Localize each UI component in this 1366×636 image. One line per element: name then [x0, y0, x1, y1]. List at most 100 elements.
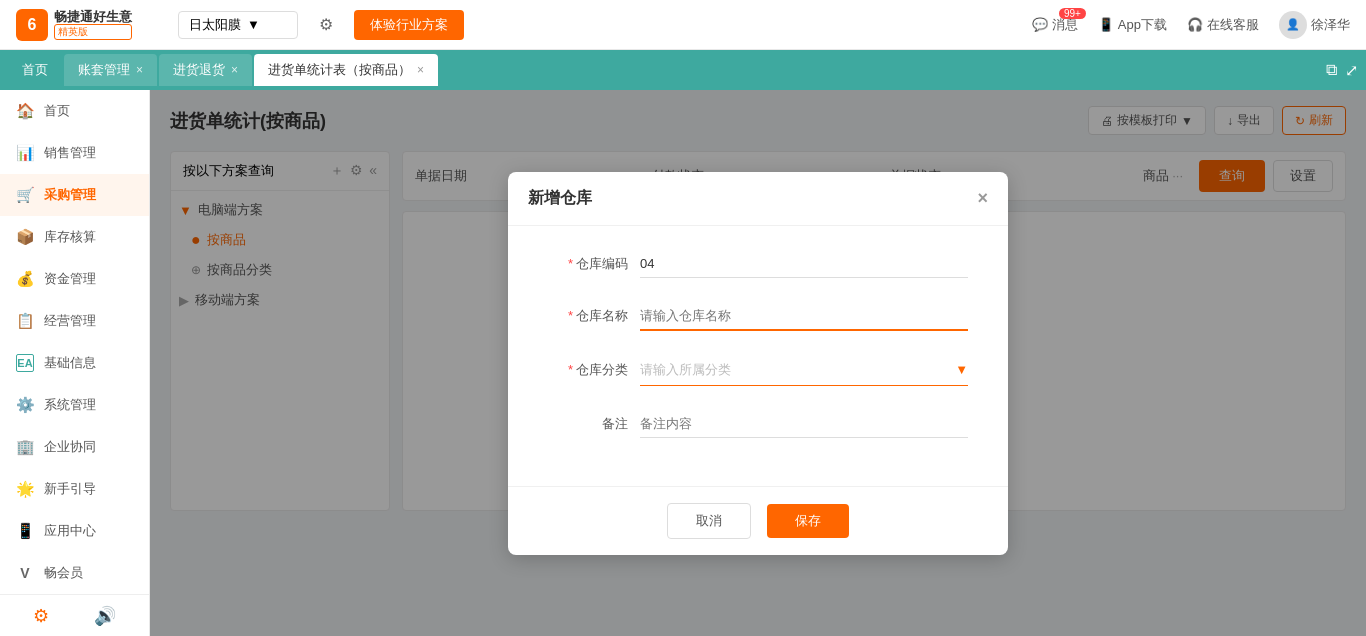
sidebar: 🏠 首页 📊 销售管理 🛒 采购管理 📦 库存核算 💰 资金管理 📋 经营管理 …: [0, 90, 150, 636]
sidebar-item-finance-label: 资金管理: [44, 270, 96, 288]
system-icon: ⚙️: [16, 396, 34, 414]
cancel-button[interactable]: 取消: [667, 503, 751, 539]
sidebar-item-guide-label: 新手引导: [44, 480, 96, 498]
category-label: 仓库分类: [548, 361, 628, 379]
tab-window-btn[interactable]: ⧉: [1326, 61, 1337, 80]
message-icon: 💬: [1032, 17, 1048, 32]
enterprise-icon: 🏢: [16, 438, 34, 456]
service-action[interactable]: 🎧 在线客服: [1187, 16, 1259, 34]
sidebar-item-basic-info-label: 基础信息: [44, 354, 96, 372]
tab-accounts[interactable]: 账套管理 ×: [64, 54, 157, 86]
mobile-icon: 📱: [1098, 17, 1114, 32]
tab-actions: ⧉ ⤢: [1326, 61, 1358, 80]
category-select[interactable]: 请输入所属分类 ▼: [640, 355, 968, 386]
sidebar-item-finance[interactable]: 💰 资金管理: [0, 258, 149, 300]
operation-icon: 📋: [16, 312, 34, 330]
form-row-note: 备注: [548, 410, 968, 438]
code-label: 仓库编码: [548, 255, 628, 273]
sidebar-item-basic-info[interactable]: EA 基础信息: [0, 342, 149, 384]
message-action[interactable]: 💬 消息 99+: [1032, 16, 1078, 34]
service-label: 在线客服: [1207, 16, 1259, 34]
sidebar-item-system-label: 系统管理: [44, 396, 96, 414]
form-row-code: 仓库编码: [548, 250, 968, 278]
tab-home[interactable]: 首页: [8, 54, 62, 86]
message-badge: 99+: [1059, 8, 1086, 19]
sidebar-bottom: ⚙ 🔊: [0, 594, 149, 636]
sidebar-item-member[interactable]: V 畅会员: [0, 552, 149, 594]
guide-icon: 🌟: [16, 480, 34, 498]
top-header: 6 畅捷通好生意 精英版 日太阳膜 ▼ ⚙ 体验行业方案 💬 消息 99+ 📱 …: [0, 0, 1366, 50]
category-placeholder: 请输入所属分类: [640, 361, 731, 379]
home-tab-label: 首页: [22, 61, 48, 79]
name-input[interactable]: [640, 302, 968, 331]
dialog-body: 仓库编码 仓库名称 仓库分类 请输入所属分类 ▼: [508, 226, 1008, 486]
sidebar-item-sales[interactable]: 📊 销售管理: [0, 132, 149, 174]
settings-icon[interactable]: ⚙: [310, 9, 342, 41]
sidebar-item-enterprise-label: 企业协同: [44, 438, 96, 456]
sidebar-item-operation[interactable]: 📋 经营管理: [0, 300, 149, 342]
user-name: 徐泽华: [1311, 16, 1350, 34]
logo-badge: 精英版: [54, 24, 132, 40]
apps-icon: 📱: [16, 522, 34, 540]
sidebar-item-home[interactable]: 🏠 首页: [0, 90, 149, 132]
dialog-close-icon[interactable]: ×: [977, 188, 988, 209]
sidebar-item-inventory[interactable]: 📦 库存核算: [0, 216, 149, 258]
dialog-title: 新增仓库: [528, 188, 592, 209]
sidebar-item-enterprise[interactable]: 🏢 企业协同: [0, 426, 149, 468]
store-name: 日太阳膜: [189, 16, 241, 34]
sidebar-item-purchase[interactable]: 🛒 采购管理: [0, 174, 149, 216]
finance-icon: 💰: [16, 270, 34, 288]
app-label: App下载: [1118, 16, 1167, 34]
content-area: 进货单统计(按商品) 🖨 按模板打印 ▼ ↓ 导出 ↻ 刷新: [150, 90, 1366, 636]
sidebar-item-purchase-label: 采购管理: [44, 186, 96, 204]
basic-info-icon: EA: [16, 354, 34, 372]
main-layout: 🏠 首页 📊 销售管理 🛒 采购管理 📦 库存核算 💰 资金管理 📋 经营管理 …: [0, 90, 1366, 636]
sales-icon: 📊: [16, 144, 34, 162]
code-input[interactable]: [640, 250, 968, 278]
close-icon[interactable]: ×: [417, 63, 424, 77]
tab-purchase-return-label: 进货退货: [173, 61, 225, 79]
tab-purchase-stats-label: 进货单统计表（按商品）: [268, 61, 411, 79]
save-button[interactable]: 保存: [767, 504, 849, 538]
tab-purchase-return[interactable]: 进货退货 ×: [159, 54, 252, 86]
sidebar-item-sales-label: 销售管理: [44, 144, 96, 162]
tab-accounts-label: 账套管理: [78, 61, 130, 79]
store-selector[interactable]: 日太阳膜 ▼: [178, 11, 298, 39]
sidebar-item-guide[interactable]: 🌟 新手引导: [0, 468, 149, 510]
tab-expand-btn[interactable]: ⤢: [1345, 61, 1358, 80]
new-warehouse-dialog: 新增仓库 × 仓库编码 仓库名称 仓库分类: [508, 172, 1008, 555]
headset-icon: 🎧: [1187, 17, 1203, 32]
form-row-name: 仓库名称: [548, 302, 968, 331]
tab-purchase-stats[interactable]: 进货单统计表（按商品） ×: [254, 54, 438, 86]
sidebar-item-member-label: 畅会员: [44, 564, 83, 582]
dialog-header: 新增仓库 ×: [508, 172, 1008, 226]
dialog-footer: 取消 保存: [508, 486, 1008, 555]
inventory-icon: 📦: [16, 228, 34, 246]
speaker-icon[interactable]: 🔊: [94, 605, 116, 627]
logo-area: 6 畅捷通好生意 精英版: [16, 9, 166, 41]
close-icon[interactable]: ×: [136, 63, 143, 77]
sidebar-item-apps[interactable]: 📱 应用中心: [0, 510, 149, 552]
tab-bar: 首页 账套管理 × 进货退货 × 进货单统计表（按商品） × ⧉ ⤢: [0, 50, 1366, 90]
close-icon[interactable]: ×: [231, 63, 238, 77]
logo-icon: 6: [16, 9, 48, 41]
form-row-category: 仓库分类 请输入所属分类 ▼: [548, 355, 968, 386]
logo-title: 畅捷通好生意: [54, 9, 132, 25]
home-icon: 🏠: [16, 102, 34, 120]
note-label: 备注: [548, 415, 628, 433]
trial-button[interactable]: 体验行业方案: [354, 10, 464, 40]
avatar: 👤: [1279, 11, 1307, 39]
sidebar-item-home-label: 首页: [44, 102, 70, 120]
header-right: 💬 消息 99+ 📱 App下载 🎧 在线客服 👤 徐泽华: [1032, 11, 1350, 39]
member-icon: V: [16, 564, 34, 582]
category-chevron-icon: ▼: [955, 362, 968, 377]
user-action[interactable]: 👤 徐泽华: [1279, 11, 1350, 39]
settings-bottom-icon[interactable]: ⚙: [33, 605, 49, 627]
sidebar-item-operation-label: 经营管理: [44, 312, 96, 330]
app-download-action[interactable]: 📱 App下载: [1098, 16, 1167, 34]
sidebar-item-inventory-label: 库存核算: [44, 228, 96, 246]
sidebar-item-apps-label: 应用中心: [44, 522, 96, 540]
sidebar-item-system[interactable]: ⚙️ 系统管理: [0, 384, 149, 426]
note-input[interactable]: [640, 410, 968, 438]
chevron-down-icon: ▼: [247, 17, 260, 32]
